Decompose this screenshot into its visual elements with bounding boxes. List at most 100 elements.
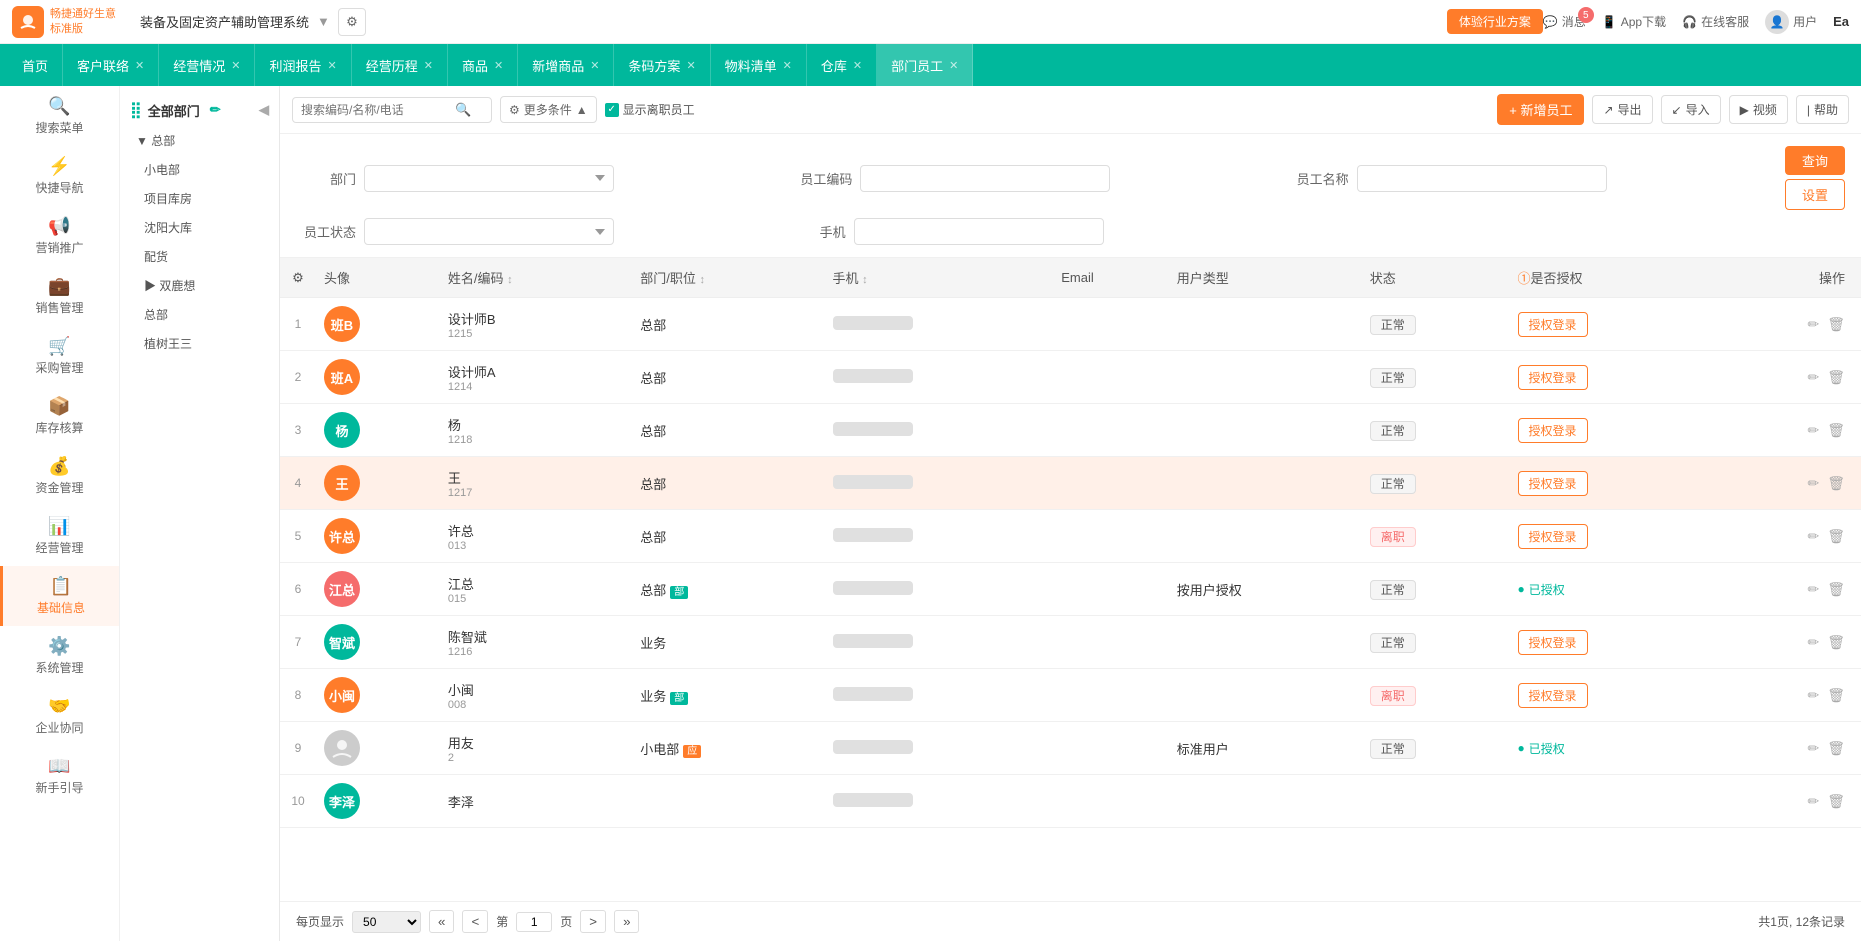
messages-button[interactable]: 💬 消息 5 bbox=[1543, 13, 1586, 30]
tab-goods[interactable]: 商品 ✕ bbox=[448, 44, 518, 86]
edit-icon[interactable]: ✏ bbox=[1807, 581, 1819, 598]
delete-icon[interactable]: 🗑 bbox=[1827, 369, 1845, 386]
close-dept-tab[interactable]: ✕ bbox=[949, 59, 958, 72]
auth-login-button[interactable]: 授权登录 bbox=[1518, 312, 1588, 337]
show-resigned-checkbox[interactable]: ✓ 显示离职员工 bbox=[605, 101, 695, 118]
close-customer-tab[interactable]: ✕ bbox=[135, 59, 144, 72]
col-settings[interactable]: ⚙ bbox=[280, 258, 316, 298]
delete-icon[interactable]: 🗑 bbox=[1827, 687, 1845, 704]
delete-icon[interactable]: 🗑 bbox=[1827, 422, 1845, 439]
tab-home[interactable]: 首页 bbox=[8, 44, 63, 86]
settings-button[interactable]: 设置 bbox=[1785, 179, 1845, 210]
dept-item-zongbu[interactable]: 总部 bbox=[120, 300, 279, 329]
edit-icon[interactable]: ✏ bbox=[1807, 475, 1819, 492]
auth-login-button[interactable]: 授权登录 bbox=[1518, 471, 1588, 496]
dept-item-shenyang[interactable]: 沈阳大库 bbox=[120, 213, 279, 242]
sidebar-item-guide[interactable]: 📖 新手引导 bbox=[0, 746, 119, 806]
next-page-button[interactable]: > bbox=[580, 910, 606, 933]
delete-icon[interactable]: 🗑 bbox=[1827, 740, 1845, 757]
close-history-tab[interactable]: ✕ bbox=[424, 59, 433, 72]
delete-icon[interactable]: 🗑 bbox=[1827, 634, 1845, 651]
delete-icon[interactable]: 🗑 bbox=[1827, 581, 1845, 598]
auth-login-button[interactable]: 授权登录 bbox=[1518, 418, 1588, 443]
close-goods-tab[interactable]: ✕ bbox=[494, 59, 503, 72]
emp-code-input[interactable] bbox=[860, 165, 1110, 192]
edit-icon[interactable]: ✏ bbox=[1807, 369, 1819, 386]
add-employee-button[interactable]: + 新增员工 bbox=[1497, 94, 1584, 125]
delete-icon[interactable]: 🗑 bbox=[1827, 528, 1845, 545]
tab-bom[interactable]: 物料清单 ✕ bbox=[711, 44, 807, 86]
sidebar-item-system[interactable]: ⚙️ 系统管理 bbox=[0, 626, 119, 686]
dept-item-zhushu[interactable]: 植树王三 bbox=[120, 329, 279, 358]
sidebar-item-finance[interactable]: 💰 资金管理 bbox=[0, 446, 119, 506]
last-page-button[interactable]: » bbox=[614, 910, 639, 933]
sidebar-item-search[interactable]: 🔍 搜索菜单 bbox=[0, 86, 119, 146]
edit-icon[interactable]: ✏ bbox=[1807, 740, 1819, 757]
auth-login-button[interactable]: 授权登录 bbox=[1518, 683, 1588, 708]
sidebar-item-marketing[interactable]: 📢 营销推广 bbox=[0, 206, 119, 266]
sidebar-item-sales[interactable]: 💼 销售管理 bbox=[0, 266, 119, 326]
sidebar-item-quicknav[interactable]: ⚡ 快捷导航 bbox=[0, 146, 119, 206]
col-name[interactable]: 姓名/编码 ↕ bbox=[440, 258, 632, 298]
trial-button[interactable]: 体验行业方案 bbox=[1447, 9, 1543, 34]
emp-name-input[interactable] bbox=[1357, 165, 1607, 192]
query-button[interactable]: 查询 bbox=[1785, 146, 1845, 175]
col-phone[interactable]: 手机 ↕ bbox=[825, 258, 1054, 298]
import-button[interactable]: ↙ 导入 bbox=[1661, 95, 1721, 124]
edit-icon[interactable]: ✏ bbox=[1807, 793, 1819, 810]
sidebar-item-purchase[interactable]: 🛒 采购管理 bbox=[0, 326, 119, 386]
dropdown-arrow-icon[interactable]: ▼ bbox=[317, 14, 330, 29]
auth-login-button[interactable]: 授权登录 bbox=[1518, 630, 1588, 655]
close-bom-tab[interactable]: ✕ bbox=[783, 59, 792, 72]
dept-item-peihuo[interactable]: 配货 bbox=[120, 242, 279, 271]
tab-profit[interactable]: 利润报告 ✕ bbox=[255, 44, 351, 86]
search-input[interactable] bbox=[301, 103, 451, 117]
edit-icon[interactable]: ✏ bbox=[1807, 528, 1819, 545]
tab-warehouse[interactable]: 仓库 ✕ bbox=[807, 44, 877, 86]
app-download-button[interactable]: 📱 App下载 bbox=[1602, 13, 1666, 30]
export-button[interactable]: ↗ 导出 bbox=[1592, 95, 1652, 124]
tab-business[interactable]: 经营情况 ✕ bbox=[159, 44, 255, 86]
tab-department[interactable]: 部门员工 ✕ bbox=[877, 44, 973, 86]
dept-item-xiaodibu[interactable]: 小电部 bbox=[120, 155, 279, 184]
delete-icon[interactable]: 🗑 bbox=[1827, 316, 1845, 333]
tab-history[interactable]: 经营历程 ✕ bbox=[352, 44, 448, 86]
user-menu-button[interactable]: 👤 用户 bbox=[1765, 10, 1817, 34]
edit-icon[interactable]: ✏ bbox=[1807, 687, 1819, 704]
phone-input[interactable] bbox=[854, 218, 1104, 245]
sidebar-item-inventory[interactable]: 📦 库存核算 bbox=[0, 386, 119, 446]
search-icon[interactable]: 🔍 bbox=[455, 102, 471, 118]
first-page-button[interactable]: « bbox=[429, 910, 454, 933]
dept-item-shuanglu[interactable]: ▶ 双鹿想 bbox=[120, 271, 279, 300]
sidebar-item-collab[interactable]: 🤝 企业协同 bbox=[0, 686, 119, 746]
more-filter-button[interactable]: ⚙ 更多条件 ▲ bbox=[500, 96, 597, 123]
edit-icon[interactable]: ✏ bbox=[1807, 634, 1819, 651]
more-button[interactable]: | 帮助 bbox=[1796, 95, 1849, 124]
close-add-goods-tab[interactable]: ✕ bbox=[590, 59, 599, 72]
close-barcode-tab[interactable]: ✕ bbox=[686, 59, 695, 72]
tab-add-goods[interactable]: 新增商品 ✕ bbox=[518, 44, 614, 86]
sidebar-item-basic[interactable]: 📋 基础信息 bbox=[0, 566, 119, 626]
prev-page-button[interactable]: < bbox=[462, 910, 488, 933]
dept-item-zongbu-parent[interactable]: ▼ 总部 bbox=[120, 126, 279, 155]
sidebar-item-operation[interactable]: 📊 经营管理 bbox=[0, 506, 119, 566]
close-warehouse-tab[interactable]: ✕ bbox=[853, 59, 862, 72]
auth-login-button[interactable]: 授权登录 bbox=[1518, 524, 1588, 549]
edit-icon[interactable]: ✏ bbox=[1807, 422, 1819, 439]
delete-icon[interactable]: 🗑 bbox=[1827, 475, 1845, 492]
tab-customer[interactable]: 客户联络 ✕ bbox=[63, 44, 159, 86]
dept-item-project[interactable]: 项目库房 bbox=[120, 184, 279, 213]
close-profit-tab[interactable]: ✕ bbox=[328, 59, 337, 72]
settings-icon[interactable]: ⚙ bbox=[338, 8, 366, 36]
tab-barcode[interactable]: 条码方案 ✕ bbox=[614, 44, 710, 86]
dept-edit-icon[interactable]: ✏ bbox=[210, 102, 221, 118]
online-service-button[interactable]: 🎧 在线客服 bbox=[1682, 13, 1749, 30]
dept-filter-select[interactable] bbox=[364, 165, 614, 192]
emp-status-select[interactable] bbox=[364, 218, 614, 245]
delete-icon[interactable]: 🗑 bbox=[1827, 793, 1845, 810]
auth-login-button[interactable]: 授权登录 bbox=[1518, 365, 1588, 390]
video-button[interactable]: ▶ 视频 bbox=[1729, 95, 1788, 124]
dept-collapse-icon[interactable]: ◀ bbox=[259, 102, 269, 118]
col-dept[interactable]: 部门/职位 ↕ bbox=[632, 258, 824, 298]
per-page-select[interactable]: 50 100 bbox=[352, 911, 421, 933]
